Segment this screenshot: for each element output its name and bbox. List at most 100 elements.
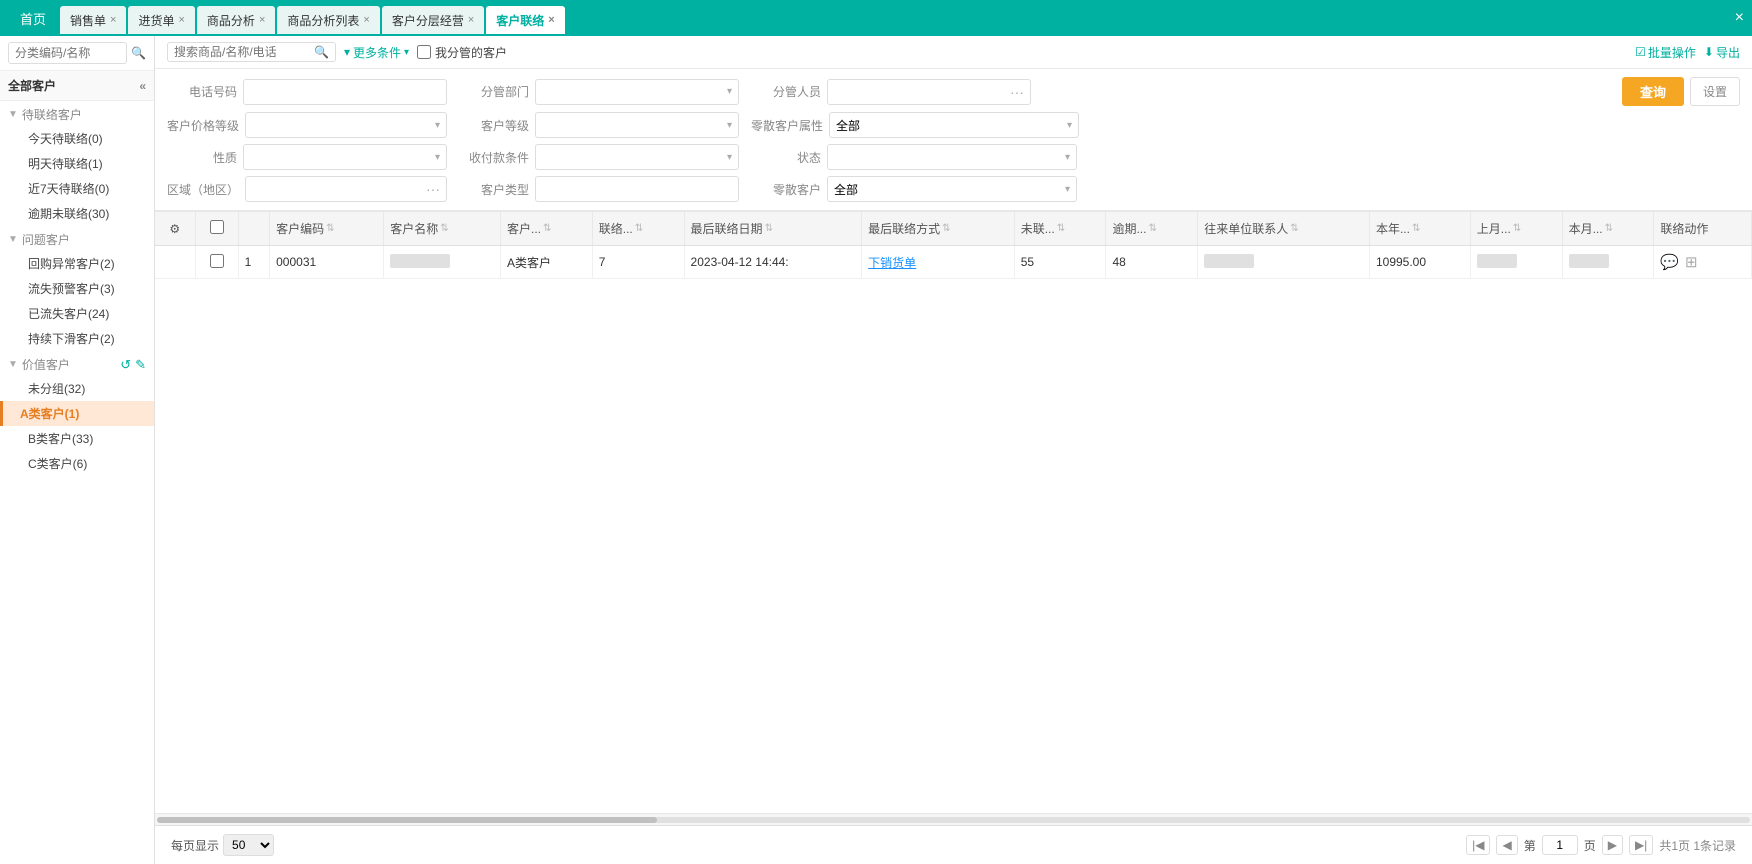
problem-churn-warning[interactable]: 流失预警客户(3) [0, 276, 154, 301]
tab-close-icon[interactable]: × [468, 14, 474, 26]
filter-retail-attr-select[interactable]: 全部 ▾ [829, 112, 1079, 138]
select-all-checkbox[interactable] [210, 220, 224, 234]
horizontal-scrollbar[interactable] [155, 813, 1752, 825]
sidebar-search-input[interactable] [8, 42, 127, 64]
tab-商品分析[interactable]: 商品分析× [197, 6, 275, 34]
tab-close-icon[interactable]: × [178, 14, 184, 26]
table-last-month-header[interactable]: 上月... ⇅ [1470, 212, 1562, 246]
table-type-header[interactable]: 客户... ⇅ [500, 212, 592, 246]
prev-page-button[interactable]: ◀ [1496, 835, 1517, 855]
problem-arrow-icon: ▼ [8, 234, 18, 245]
value-class-c[interactable]: C类客户(6) [0, 451, 154, 476]
filter-phone-input[interactable] [243, 79, 447, 105]
sidebar-section-pending[interactable]: ▼ 待联络客户 [0, 101, 154, 126]
tab-商品分析列表[interactable]: 商品分析列表× [277, 6, 379, 34]
region-more-icon[interactable]: ··· [426, 181, 440, 197]
tab-进货单[interactable]: 进货单× [128, 6, 194, 34]
unit-contact-sort-icon[interactable]: ⇅ [1290, 223, 1298, 234]
close-all-button[interactable]: × [1735, 9, 1744, 27]
tab-close-icon[interactable]: × [110, 14, 116, 26]
setting-button[interactable]: 设置 [1690, 77, 1740, 106]
value-class-b[interactable]: B类客户(33) [0, 426, 154, 451]
page-number-input[interactable] [1542, 835, 1578, 855]
last-page-button[interactable]: ▶| [1629, 835, 1653, 855]
pending-contact-tomorrow[interactable]: 明天待联络(1) [0, 151, 154, 176]
problem-churned[interactable]: 已流失客户(24) [0, 301, 154, 326]
filter-payment-select[interactable]: ▾ [535, 144, 739, 170]
filter-retail-customer-select[interactable]: 全部 ▾ [827, 176, 1077, 202]
scrollbar-thumb[interactable] [157, 817, 657, 823]
this-month-sort-icon[interactable]: ⇅ [1605, 223, 1613, 234]
table-this-month-header[interactable]: 本月... ⇅ [1562, 212, 1654, 246]
my-customers-checkbox[interactable] [417, 45, 431, 59]
filter-region-select[interactable]: ··· [245, 176, 447, 202]
tab-close-icon[interactable]: × [548, 14, 554, 26]
value-refresh-icon[interactable]: ↺ [120, 357, 131, 373]
table-checkbox-header[interactable] [195, 212, 238, 246]
search-input[interactable] [174, 45, 314, 59]
value-edit-icon[interactable]: ✎ [135, 357, 146, 373]
table-contact-header[interactable]: 联络... ⇅ [592, 212, 684, 246]
table-last-date-header[interactable]: 最后联络日期 ⇅ [684, 212, 862, 246]
batch-op-button[interactable]: ☑ 批量操作 [1635, 44, 1696, 61]
query-button[interactable]: 查询 [1622, 77, 1684, 106]
overdue-sort-icon[interactable]: ⇅ [1148, 223, 1156, 234]
chat-action-icon[interactable]: 💬 [1660, 253, 1679, 271]
grid-action-icon[interactable]: ⊞ [1685, 253, 1698, 271]
problem-rebuy-abnormal[interactable]: 回购异常客户(2) [0, 251, 154, 276]
row-checkbox[interactable] [210, 254, 224, 268]
per-page-select[interactable]: 50 100 200 [223, 834, 274, 856]
more-conditions-button[interactable]: ▾ 更多条件 ▾ [344, 44, 409, 61]
sidebar-section-problem[interactable]: ▼ 问题客户 [0, 226, 154, 251]
table-gear-header[interactable]: ⚙ [155, 212, 195, 246]
table-code-header[interactable]: 客户编码 ⇅ [270, 212, 384, 246]
row-checkbox-cell[interactable] [195, 246, 238, 279]
export-button[interactable]: ⬇ 导出 [1704, 44, 1740, 61]
type-sort-icon[interactable]: ⇅ [543, 223, 551, 234]
tab-客户联络[interactable]: 客户联络× [486, 6, 564, 34]
tab-客户分层经营[interactable]: 客户分层经营× [382, 6, 484, 34]
my-customers-checkbox-area[interactable]: 我分管的客户 [417, 44, 507, 61]
last-month-sort-icon[interactable]: ⇅ [1513, 223, 1521, 234]
no-contact-sort-icon[interactable]: ⇅ [1057, 223, 1065, 234]
filter-nature-select[interactable]: ▾ [243, 144, 447, 170]
table-this-year-header[interactable]: 本年... ⇅ [1369, 212, 1470, 246]
table-no-contact-header[interactable]: 未联... ⇅ [1014, 212, 1106, 246]
name-sort-icon[interactable]: ⇅ [440, 223, 448, 234]
contact-sort-icon[interactable]: ⇅ [635, 223, 643, 234]
filter-customer-level-select[interactable]: ▾ [535, 112, 739, 138]
filter-customer-type-select[interactable] [535, 176, 739, 202]
last-method-sort-icon[interactable]: ⇅ [942, 223, 950, 234]
row-last-method-cell[interactable]: 下销货单 [862, 246, 1015, 279]
this-year-sort-icon[interactable]: ⇅ [1412, 223, 1420, 234]
table-overdue-header[interactable]: 逾期... ⇅ [1106, 212, 1198, 246]
table-unit-contact-header[interactable]: 往来单位联系人 ⇅ [1198, 212, 1370, 246]
filter-dept-select[interactable]: ▾ [535, 79, 739, 105]
filter-status-select[interactable]: ▾ [827, 144, 1077, 170]
sidebar-search-button[interactable]: 🔍 [131, 46, 146, 60]
code-sort-icon[interactable]: ⇅ [326, 223, 334, 234]
person-more-icon[interactable]: ··· [1010, 84, 1024, 100]
table-name-header[interactable]: 客户名称 ⇅ [384, 212, 501, 246]
tab-close-icon[interactable]: × [259, 14, 265, 26]
filter-price-level-select[interactable]: ▾ [245, 112, 447, 138]
pending-contact-overdue[interactable]: 逾期未联络(30) [0, 201, 154, 226]
scrollbar-track[interactable] [157, 817, 1750, 823]
problem-declining[interactable]: 持续下滑客户(2) [0, 326, 154, 351]
sidebar-collapse-button[interactable]: « [139, 79, 146, 93]
sidebar-all-customers[interactable]: 全部客户 « [0, 71, 154, 101]
nav-home[interactable]: 首页 [8, 3, 58, 34]
next-page-button[interactable]: ▶ [1602, 835, 1623, 855]
value-ungrouped[interactable]: 未分组(32) [0, 376, 154, 401]
table-last-method-header[interactable]: 最后联络方式 ⇅ [862, 212, 1015, 246]
sidebar-section-value[interactable]: ▼ 价值客户 ↺ ✎ [0, 351, 154, 376]
first-page-button[interactable]: |◀ [1466, 835, 1490, 855]
tab-销售单[interactable]: 销售单× [60, 6, 126, 34]
last-date-sort-icon[interactable]: ⇅ [765, 223, 773, 234]
pending-contact-today[interactable]: 今天待联络(0) [0, 126, 154, 151]
filter-person-select[interactable]: ··· [827, 79, 1031, 105]
tab-close-icon[interactable]: × [363, 14, 369, 26]
retail-attr-value: 全部 [836, 117, 860, 134]
value-class-a[interactable]: A类客户(1) [0, 401, 154, 426]
pending-contact-7days[interactable]: 近7天待联络(0) [0, 176, 154, 201]
